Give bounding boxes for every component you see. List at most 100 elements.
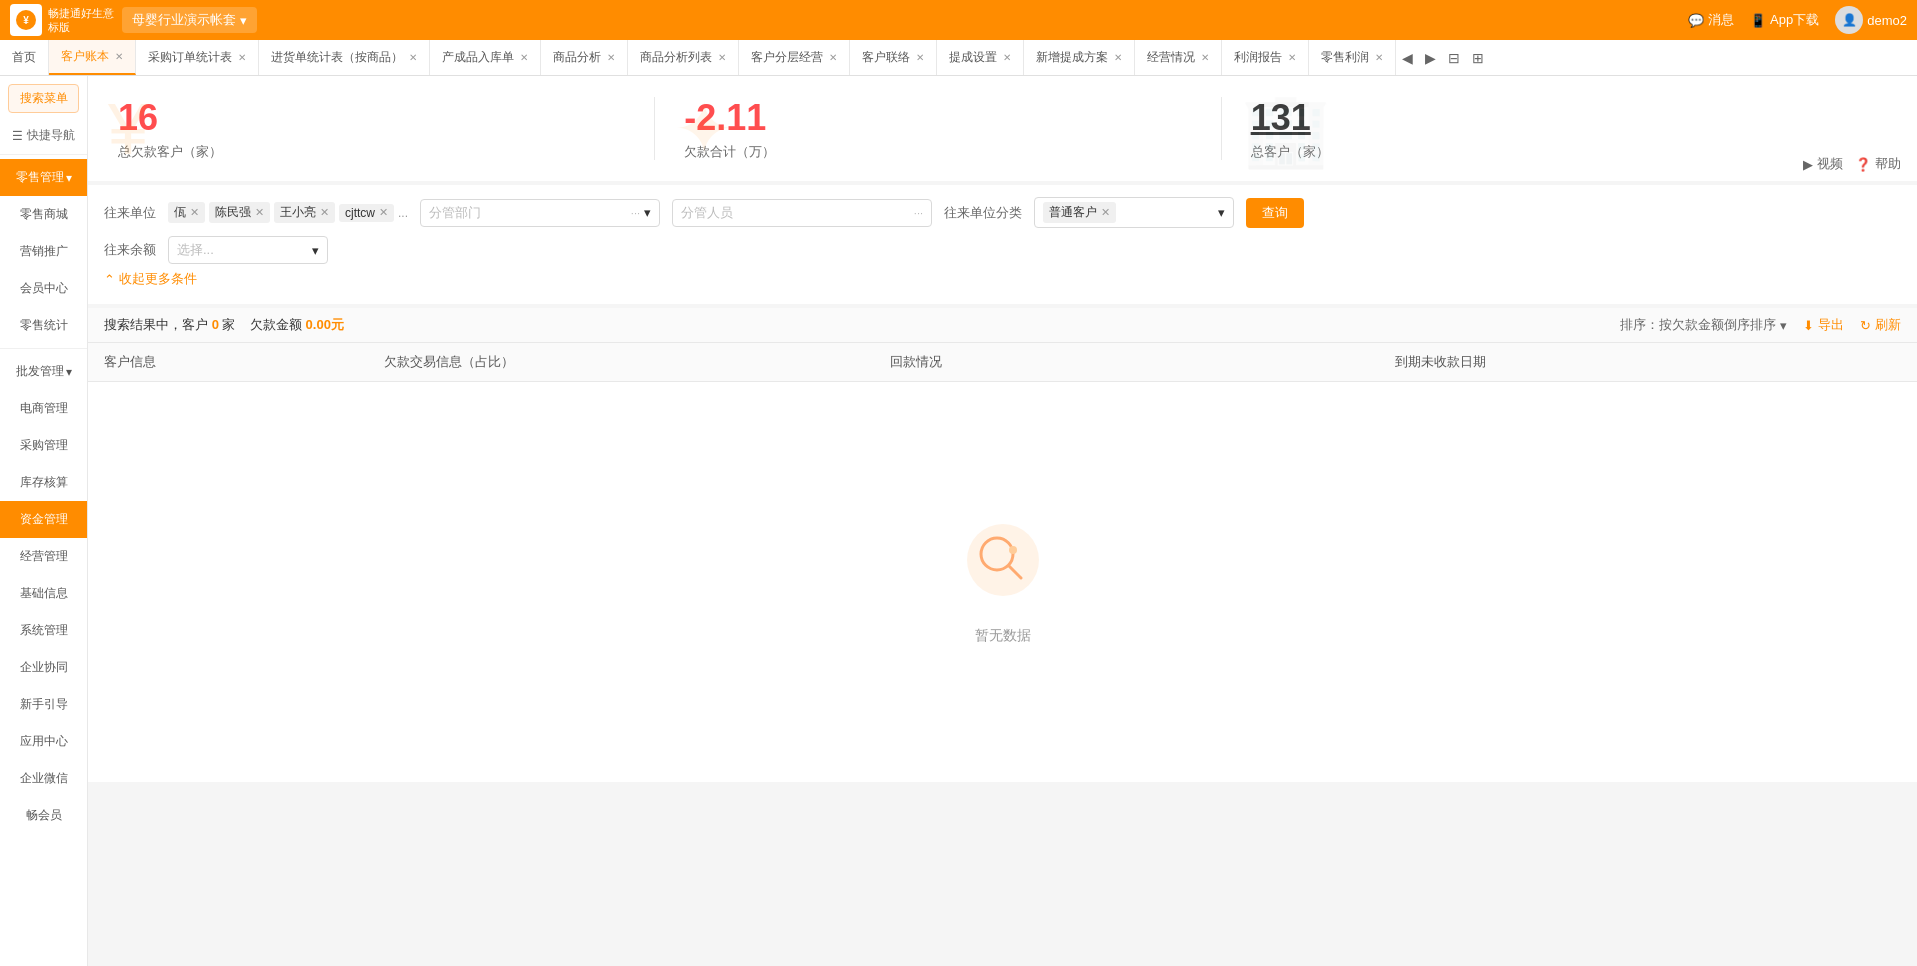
tab-close-increase-settings[interactable]: ✕ xyxy=(1003,52,1011,63)
tab-close-retail-profit[interactable]: ✕ xyxy=(1375,52,1383,63)
sidebar-item-vip-member[interactable]: 畅会员 xyxy=(0,797,87,834)
sidebar-item-new-guide[interactable]: 新手引导 xyxy=(0,686,87,723)
chevron-icon: ▾ xyxy=(66,171,72,185)
tab-close-commodity[interactable]: ✕ xyxy=(607,52,615,63)
tab-purchase-orders[interactable]: 采购订单统计表 ✕ xyxy=(136,40,259,75)
tab-close-production[interactable]: ✕ xyxy=(520,52,528,63)
dept-filter[interactable]: 分管部门 ··· ▾ xyxy=(420,199,660,227)
collapse-icon: ⌃ xyxy=(104,272,115,287)
empty-text: 暂无数据 xyxy=(975,627,1031,645)
sidebar-item-purchase[interactable]: 采购管理 xyxy=(0,427,87,464)
sidebar-item-wholesale[interactable]: 批发管理 ▾ xyxy=(0,353,87,390)
unit-type-filter[interactable]: 普通客户 ✕ ▾ xyxy=(1034,197,1234,228)
message-icon: 💬 xyxy=(1688,13,1704,28)
tab-customer-contact[interactable]: 客户联络 ✕ xyxy=(850,40,937,75)
sidebar-divider-2 xyxy=(0,348,87,349)
tab-profit-report[interactable]: 利润报告 ✕ xyxy=(1222,40,1309,75)
refresh-icon: ↻ xyxy=(1860,318,1871,333)
play-icon: ▶ xyxy=(1803,157,1813,172)
export-button[interactable]: ⬇ 导出 xyxy=(1803,316,1844,334)
sidebar-item-member[interactable]: 会员中心 xyxy=(0,270,87,307)
tag-wangxiaoliang: 王小亮 ✕ xyxy=(274,202,335,223)
tab-operations[interactable]: 经营情况 ✕ xyxy=(1135,40,1222,75)
sidebar-item-retail-stats[interactable]: 零售统计 xyxy=(0,307,87,344)
tab-commodity[interactable]: 商品分析 ✕ xyxy=(541,40,628,75)
refresh-button[interactable]: ↻ 刷新 xyxy=(1860,316,1901,334)
workspace-selector[interactable]: 母婴行业演示帐套 ▾ xyxy=(122,7,257,33)
search-menu-button[interactable]: 搜索菜单 xyxy=(8,84,79,113)
tab-fullscreen[interactable]: ⊞ xyxy=(1466,40,1490,75)
collapse-button[interactable]: ⌃ 收起更多条件 xyxy=(104,270,1901,288)
tab-close-commodity-list[interactable]: ✕ xyxy=(718,52,726,63)
col-header-owed-info: 欠款交易信息（占比） xyxy=(384,353,890,371)
sort-selector[interactable]: 排序：按欠款金额倒序排序 ▾ xyxy=(1620,316,1787,334)
sidebar: 搜索菜单 ☰ 快捷导航 零售管理 ▾ 零售商城 营销推广 会员中心 xyxy=(0,76,88,966)
collapse-area: ⌃ 收起更多条件 xyxy=(104,270,1901,288)
chevron-down-icon: ▾ xyxy=(240,13,247,28)
tab-commodity-list[interactable]: 商品分析列表 ✕ xyxy=(628,40,739,75)
more-tags[interactable]: ... xyxy=(398,206,408,220)
result-amount: 0.00元 xyxy=(306,317,344,332)
tab-retail-profit[interactable]: 零售利润 ✕ xyxy=(1309,40,1396,75)
tab-close-stock-stats[interactable]: ✕ xyxy=(409,52,417,63)
tab-close-accounts[interactable]: ✕ xyxy=(115,51,123,62)
sidebar-item-marketing[interactable]: 营销推广 xyxy=(0,233,87,270)
stat-bg-icon-1: ¥ xyxy=(108,88,148,170)
quick-nav-button[interactable]: ☰ 快捷导航 xyxy=(0,121,87,150)
tab-minimize[interactable]: ⊟ xyxy=(1442,40,1466,75)
tab-bar: 首页 客户账本 ✕ 采购订单统计表 ✕ 进货单统计表（按商品） ✕ 产成品入库单… xyxy=(0,40,1917,76)
download-icon: 📱 xyxy=(1750,13,1766,28)
tab-increase-settings[interactable]: 提成设置 ✕ xyxy=(937,40,1024,75)
close-tag-wangxiaoliang[interactable]: ✕ xyxy=(320,206,329,219)
query-button[interactable]: 查询 xyxy=(1246,198,1304,228)
avatar: 👤 xyxy=(1835,6,1863,34)
app-container: ¥ 畅捷通好生意 标版 母婴行业演示帐套 ▾ 💬 消息 📱 App下载 👤 xyxy=(0,0,1917,966)
empty-state-icon xyxy=(963,520,1043,615)
tag-wa: 佤 ✕ xyxy=(168,202,205,223)
tab-customer-segment[interactable]: 客户分层经营 ✕ xyxy=(739,40,850,75)
filter-area: 往来单位 佤 ✕ 陈民强 ✕ 王小亮 ✕ xyxy=(88,185,1917,304)
close-tag-wa[interactable]: ✕ xyxy=(190,206,199,219)
balance-filter[interactable]: 选择... ▾ xyxy=(168,236,328,264)
sidebar-item-inventory[interactable]: 库存核算 xyxy=(0,464,87,501)
unit-tags: 佤 ✕ 陈民强 ✕ 王小亮 ✕ cjttcw ✕ xyxy=(168,202,408,223)
help-button[interactable]: ❓ 帮助 xyxy=(1855,155,1901,173)
tab-production[interactable]: 产成品入库单 ✕ xyxy=(430,40,541,75)
tab-close-customer-contact[interactable]: ✕ xyxy=(916,52,924,63)
close-tag-chenminqiang[interactable]: ✕ xyxy=(255,206,264,219)
tab-stock-stats[interactable]: 进货单统计表（按商品） ✕ xyxy=(259,40,430,75)
logo-text: 畅捷通好生意 标版 xyxy=(48,6,114,35)
tab-close-new-increase[interactable]: ✕ xyxy=(1114,52,1122,63)
video-help-button[interactable]: ▶ 视频 xyxy=(1803,155,1843,173)
messages-button[interactable]: 💬 消息 xyxy=(1688,11,1734,29)
tab-home[interactable]: 首页 xyxy=(0,40,49,75)
sidebar-item-ecommerce[interactable]: 电商管理 xyxy=(0,390,87,427)
sidebar-item-basic-info[interactable]: 基础信息 xyxy=(0,575,87,612)
query-actions: 排序：按欠款金额倒序排序 ▾ ⬇ 导出 ↻ 刷新 xyxy=(1620,316,1901,334)
sidebar-item-system[interactable]: 系统管理 xyxy=(0,612,87,649)
sidebar-item-app-center[interactable]: 应用中心 xyxy=(0,723,87,760)
tab-new-increase[interactable]: 新增提成方案 ✕ xyxy=(1024,40,1135,75)
tab-scroll-left[interactable]: ◀ xyxy=(1396,40,1419,75)
tab-close-profit-report[interactable]: ✕ xyxy=(1288,52,1296,63)
tab-close-operations[interactable]: ✕ xyxy=(1201,52,1209,63)
tab-close-purchase-orders[interactable]: ✕ xyxy=(238,52,246,63)
sidebar-item-enterprise-wechat[interactable]: 企业微信 xyxy=(0,760,87,797)
main-content: ¥ 16 总欠款客户（家） ✦ -2.11 欠款合计（万） 🏢 131 总客户（… xyxy=(88,76,1917,966)
tab-close-customer-segment[interactable]: ✕ xyxy=(829,52,837,63)
result-count: 0 xyxy=(212,317,219,332)
sidebar-item-retail-mall[interactable]: 零售商城 xyxy=(0,196,87,233)
sidebar-item-enterprise-coop[interactable]: 企业协同 xyxy=(0,649,87,686)
tab-accounts[interactable]: 客户账本 ✕ xyxy=(49,40,136,75)
close-tag-cjttcw[interactable]: ✕ xyxy=(379,206,388,219)
tab-scroll-right[interactable]: ▶ xyxy=(1419,40,1442,75)
sidebar-item-finance[interactable]: 资金管理 xyxy=(0,501,87,538)
nav-icon: ☰ xyxy=(12,129,23,143)
sidebar-item-retail[interactable]: 零售管理 ▾ xyxy=(0,159,87,196)
person-filter[interactable]: 分管人员 ··· xyxy=(672,199,932,227)
app-download-button[interactable]: 📱 App下载 xyxy=(1750,11,1819,29)
sidebar-item-operations-mgmt[interactable]: 经营管理 xyxy=(0,538,87,575)
close-tag-normal[interactable]: ✕ xyxy=(1101,206,1110,219)
user-menu[interactable]: 👤 demo2 xyxy=(1835,6,1907,34)
svg-point-2 xyxy=(967,524,1039,596)
